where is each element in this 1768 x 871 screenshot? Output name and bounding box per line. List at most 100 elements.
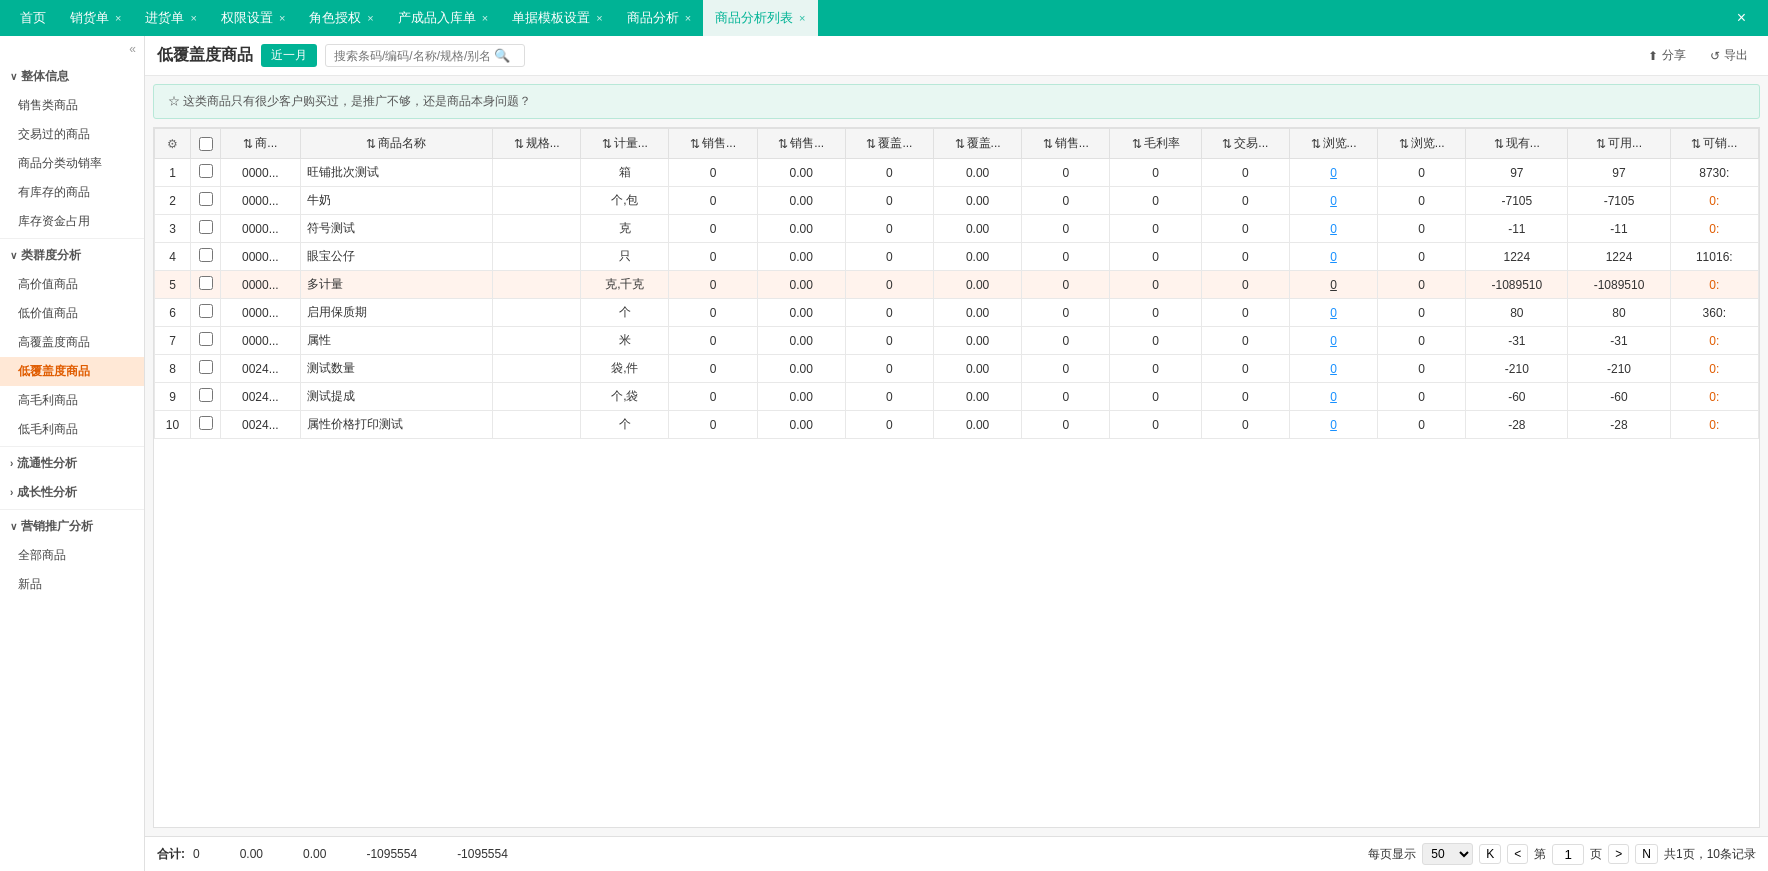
close-icon[interactable]: × — [115, 12, 121, 24]
row-select-checkbox[interactable] — [199, 276, 213, 290]
column-header-unit[interactable]: ⇅ 计量... — [581, 129, 669, 159]
column-header-sales3[interactable]: ⇅ 销售... — [1022, 129, 1110, 159]
sidebar-item-traded-goods[interactable]: 交易过的商品 — [0, 120, 144, 149]
column-header-transaction[interactable]: ⇅ 交易... — [1201, 129, 1289, 159]
column-header-cov2[interactable]: ⇅ 覆盖... — [933, 129, 1021, 159]
sidebar-item-high-coverage[interactable]: 高覆盖度商品 — [0, 328, 144, 357]
sidebar-item-high-margin[interactable]: 高毛利商品 — [0, 386, 144, 415]
column-header-available[interactable]: ⇅ 可用... — [1568, 129, 1670, 159]
column-header-sales-amt[interactable]: ⇅ 销售... — [757, 129, 845, 159]
row-checkbox[interactable] — [191, 383, 221, 411]
close-icon[interactable]: × — [596, 12, 602, 24]
row-checkbox[interactable] — [191, 215, 221, 243]
page-number-input[interactable] — [1552, 844, 1584, 865]
close-icon[interactable]: × — [367, 12, 373, 24]
row-select-checkbox[interactable] — [199, 388, 213, 402]
column-header-cov1[interactable]: ⇅ 覆盖... — [845, 129, 933, 159]
sidebar-collapse-button[interactable]: « — [0, 36, 144, 62]
close-icon[interactable]: × — [799, 12, 805, 24]
row-browse1[interactable]: 0 — [1289, 383, 1377, 411]
column-header-browse2[interactable]: ⇅ 浏览... — [1378, 129, 1466, 159]
column-header-browse1[interactable]: ⇅ 浏览... — [1289, 129, 1377, 159]
nav-product-inbound[interactable]: 产成品入库单 × — [386, 0, 500, 36]
column-header-sales-qty[interactable]: ⇅ 销售... — [669, 129, 757, 159]
search-icon[interactable]: 🔍 — [494, 48, 510, 63]
row-checkbox[interactable] — [191, 299, 221, 327]
column-header-spec[interactable]: ⇅ 规格... — [493, 129, 581, 159]
row-select-checkbox[interactable] — [199, 416, 213, 430]
prev-page-button[interactable]: < — [1507, 844, 1528, 864]
row-browse1[interactable]: 0 — [1289, 187, 1377, 215]
row-browse1[interactable]: 0 — [1289, 327, 1377, 355]
last-page-button[interactable]: N — [1635, 844, 1658, 864]
sidebar-item-all-goods[interactable]: 全部商品 — [0, 541, 144, 570]
row-select-checkbox[interactable] — [199, 220, 213, 234]
sidebar-item-high-value[interactable]: 高价值商品 — [0, 270, 144, 299]
select-all-checkbox[interactable] — [199, 137, 213, 151]
row-select-checkbox[interactable] — [199, 164, 213, 178]
row-current-stock: -28 — [1466, 411, 1568, 439]
nav-role[interactable]: 角色授权 × — [297, 0, 385, 36]
export-button[interactable]: ↺ 导出 — [1702, 44, 1756, 67]
time-filter-button[interactable]: 近一月 — [261, 44, 317, 67]
column-header-name[interactable]: ⇅ 商品名称 — [300, 129, 492, 159]
row-checkbox[interactable] — [191, 271, 221, 299]
window-close-button[interactable]: × — [1723, 9, 1760, 27]
sidebar-section-cluster[interactable]: ∨ 类群度分析 — [0, 241, 144, 270]
page-size-select[interactable]: 50 100 200 — [1422, 843, 1473, 865]
row-select-checkbox[interactable] — [199, 332, 213, 346]
row-select-checkbox[interactable] — [199, 360, 213, 374]
row-checkbox[interactable] — [191, 355, 221, 383]
nav-home[interactable]: 首页 — [8, 0, 58, 36]
search-input[interactable] — [334, 49, 494, 63]
sidebar-item-sales-goods[interactable]: 销售类商品 — [0, 91, 144, 120]
row-browse1[interactable]: 0 — [1289, 159, 1377, 187]
sidebar-section-marketing[interactable]: ∨ 营销推广分析 — [0, 512, 144, 541]
sidebar-section-overview[interactable]: ∨ 整体信息 — [0, 62, 144, 91]
sidebar-section-liquidity[interactable]: › 流通性分析 — [0, 449, 144, 478]
close-icon[interactable]: × — [482, 12, 488, 24]
close-icon[interactable]: × — [190, 12, 196, 24]
row-checkbox[interactable] — [191, 187, 221, 215]
close-icon[interactable]: × — [279, 12, 285, 24]
row-select-checkbox[interactable] — [199, 304, 213, 318]
row-checkbox[interactable] — [191, 159, 221, 187]
row-browse1[interactable]: 0 — [1289, 355, 1377, 383]
row-checkbox[interactable] — [191, 327, 221, 355]
column-header-saleable[interactable]: ⇅ 可销... — [1670, 129, 1758, 159]
first-page-button[interactable]: K — [1479, 844, 1501, 864]
share-button[interactable]: ⬆ 分享 — [1640, 44, 1694, 67]
sidebar-section-growth[interactable]: › 成长性分析 — [0, 478, 144, 507]
next-page-button[interactable]: > — [1608, 844, 1629, 864]
row-browse1[interactable]: 0 — [1289, 411, 1377, 439]
nav-permission[interactable]: 权限设置 × — [209, 0, 297, 36]
nav-sales-order[interactable]: 销货单 × — [58, 0, 133, 36]
column-header-gross-rate[interactable]: ⇅ 毛利率 — [1110, 129, 1201, 159]
sidebar-item-low-coverage[interactable]: 低覆盖度商品 — [0, 357, 144, 386]
row-browse1[interactable]: 0 — [1289, 271, 1377, 299]
row-select-checkbox[interactable] — [199, 248, 213, 262]
sidebar-item-stock-goods[interactable]: 有库存的商品 — [0, 178, 144, 207]
sidebar-item-new-goods[interactable]: 新品 — [0, 570, 144, 599]
sidebar-item-stock-capital[interactable]: 库存资金占用 — [0, 207, 144, 236]
column-header-settings[interactable]: ⚙ — [155, 129, 191, 159]
column-header-current-stock[interactable]: ⇅ 现有... — [1466, 129, 1568, 159]
row-saleable: 11016: — [1670, 243, 1758, 271]
close-icon[interactable]: × — [685, 12, 691, 24]
nav-purchase-order[interactable]: 进货单 × — [133, 0, 208, 36]
sidebar-item-low-value[interactable]: 低价值商品 — [0, 299, 144, 328]
column-header-checkbox[interactable] — [191, 129, 221, 159]
column-header-code[interactable]: ⇅ 商... — [221, 129, 301, 159]
nav-product-analysis[interactable]: 商品分析 × — [615, 0, 703, 36]
row-browse1[interactable]: 0 — [1289, 243, 1377, 271]
sidebar-item-low-margin[interactable]: 低毛利商品 — [0, 415, 144, 444]
nav-template[interactable]: 单据模板设置 × — [500, 0, 614, 36]
sidebar-item-category-rate[interactable]: 商品分类动销率 — [0, 149, 144, 178]
row-checkbox[interactable] — [191, 411, 221, 439]
row-select-checkbox[interactable] — [199, 192, 213, 206]
row-browse1[interactable]: 0 — [1289, 215, 1377, 243]
nav-product-analysis-list[interactable]: 商品分析列表 × — [703, 0, 817, 36]
row-checkbox[interactable] — [191, 243, 221, 271]
data-table-container[interactable]: ⚙ ⇅ 商... ⇅ 商品名称 ⇅ 规格... ⇅ 计量... ⇅ 销售... … — [153, 127, 1760, 828]
row-browse1[interactable]: 0 — [1289, 299, 1377, 327]
